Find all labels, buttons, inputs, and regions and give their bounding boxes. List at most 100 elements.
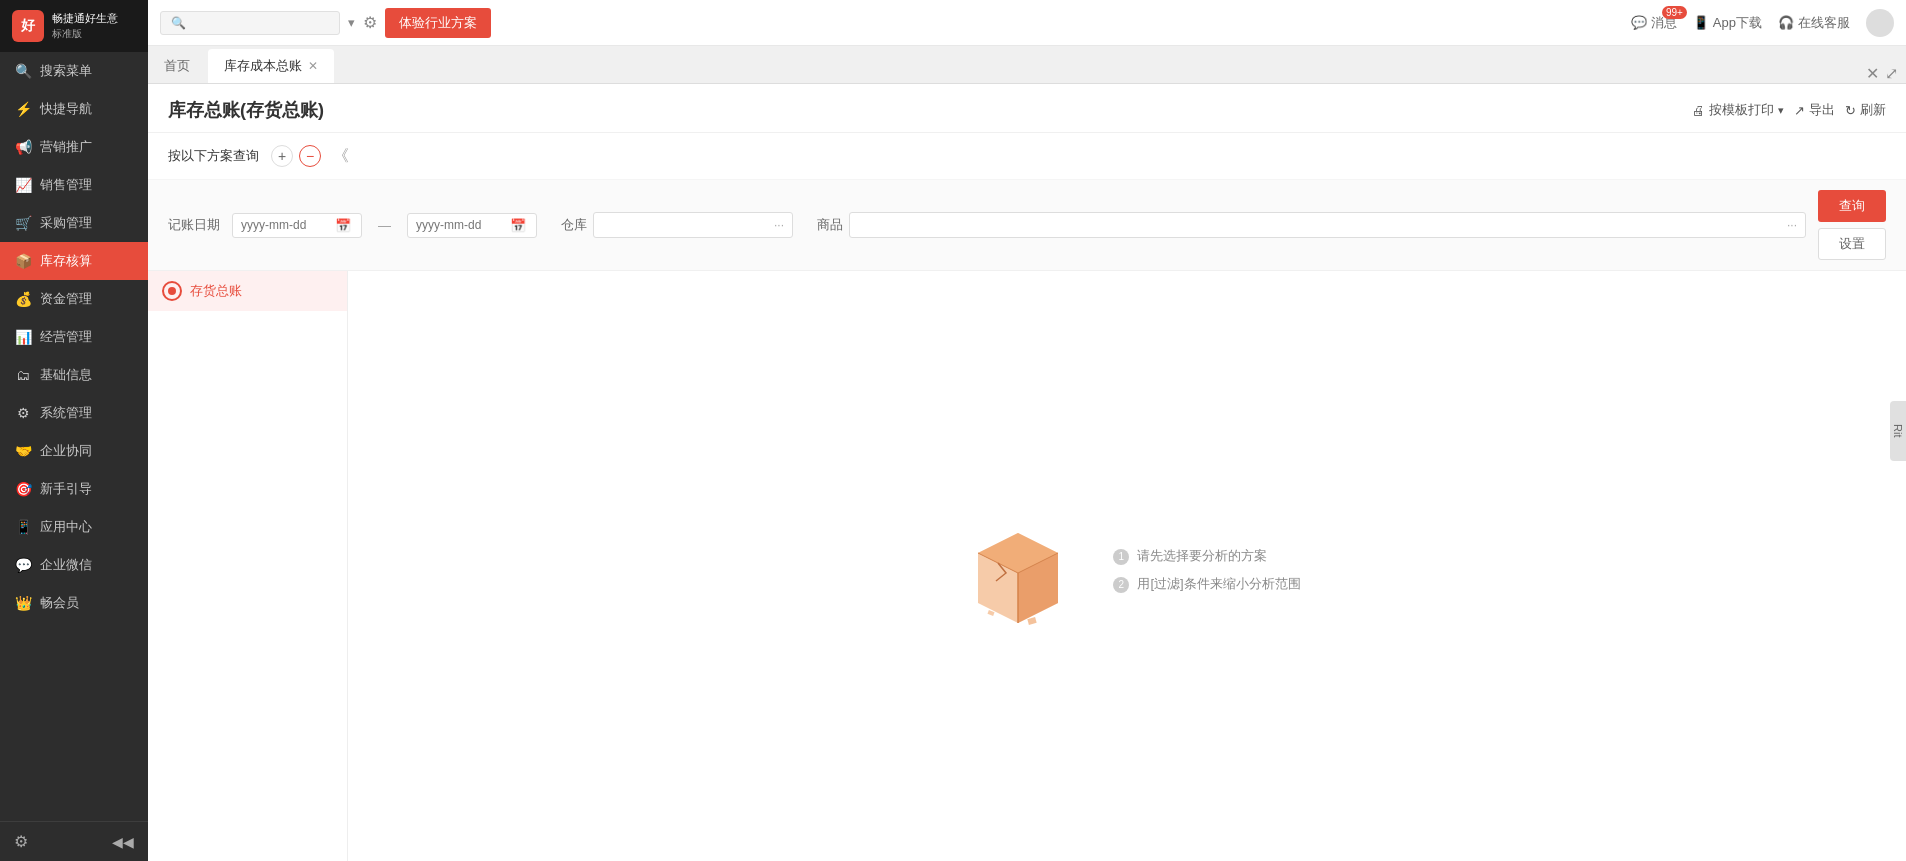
calendar-start-icon[interactable]: 📅 bbox=[335, 218, 351, 233]
query-button[interactable]: 查询 bbox=[1818, 190, 1886, 222]
sidebar-settings-icon[interactable]: ⚙ bbox=[14, 832, 28, 851]
export-btn[interactable]: ↗ 导出 bbox=[1794, 101, 1835, 119]
sidebar-label-purchase: 采购管理 bbox=[40, 214, 92, 232]
main-content: 🔍 ▾ ⚙ 体验行业方案 💬 消息 99+ 📱 App下载 🎧 在线客服 bbox=[148, 0, 1906, 861]
svg-rect-7 bbox=[1028, 617, 1037, 625]
warehouse-more-icon[interactable]: ··· bbox=[774, 218, 784, 232]
page-header: 库存总账(存货总账) 🖨 按模板打印 ▾ ↗ 导出 ↻ 刷新 bbox=[148, 84, 1906, 133]
sidebar-item-purchase[interactable]: 🛒 采购管理 bbox=[0, 204, 148, 242]
sidebar-label-system: 系统管理 bbox=[40, 404, 92, 422]
service-icon: 🎧 bbox=[1778, 15, 1794, 30]
scheme-item-label: 存货总账 bbox=[190, 282, 242, 300]
sidebar-item-basic[interactable]: 🗂 基础信息 bbox=[0, 356, 148, 394]
app-download-btn[interactable]: 📱 App下载 bbox=[1693, 14, 1762, 32]
system-icon: ⚙ bbox=[14, 404, 32, 422]
calendar-end-icon[interactable]: 📅 bbox=[510, 218, 526, 233]
tip-1: 1 请先选择要分析的方案 bbox=[1113, 547, 1300, 565]
refresh-label: 刷新 bbox=[1860, 101, 1886, 119]
sidebar-label-apps: 应用中心 bbox=[40, 518, 92, 536]
tab-close-icon[interactable]: ✕ bbox=[308, 60, 318, 72]
sidebar-item-sales[interactable]: 📈 销售管理 bbox=[0, 166, 148, 204]
page-title: 库存总账(存货总账) bbox=[168, 98, 324, 122]
product-input[interactable]: ··· bbox=[849, 212, 1806, 238]
sidebar-item-guide[interactable]: 🎯 新手引导 bbox=[0, 470, 148, 508]
industry-solution-button[interactable]: 体验行业方案 bbox=[385, 8, 491, 38]
page-content-area: 库存总账(存货总账) 🖨 按模板打印 ▾ ↗ 导出 ↻ 刷新 按以下方案查询 bbox=[148, 84, 1906, 861]
sidebar-item-search[interactable]: 🔍 搜索菜单 bbox=[0, 52, 148, 90]
filter-area: 按以下方案查询 + − 《 bbox=[148, 133, 1906, 180]
svg-rect-8 bbox=[988, 610, 995, 616]
export-icon: ↗ bbox=[1794, 103, 1805, 118]
search-icon: 🔍 bbox=[14, 62, 32, 80]
user-avatar[interactable] bbox=[1866, 9, 1894, 37]
date-end-field[interactable] bbox=[416, 218, 506, 232]
sidebar-collapse-btn[interactable]: ◀◀ bbox=[112, 834, 134, 850]
refresh-icon: ↻ bbox=[1845, 103, 1856, 118]
sidebar-item-finance[interactable]: 💰 资金管理 bbox=[0, 280, 148, 318]
sidebar-item-wechat[interactable]: 💬 企业微信 bbox=[0, 546, 148, 584]
sidebar-label-finance: 资金管理 bbox=[40, 290, 92, 308]
online-service-btn[interactable]: 🎧 在线客服 bbox=[1778, 14, 1850, 32]
basic-icon: 🗂 bbox=[14, 366, 32, 384]
sidebar-label-member: 畅会员 bbox=[40, 594, 79, 612]
product-more-icon[interactable]: ··· bbox=[1787, 218, 1797, 232]
topbar-dropdown-icon[interactable]: ▾ bbox=[348, 15, 355, 30]
phone-icon: 📱 bbox=[1693, 15, 1709, 30]
tip-2: 2 用[过滤]条件来缩小分析范围 bbox=[1113, 575, 1300, 593]
print-icon: 🖨 bbox=[1692, 103, 1705, 118]
topbar-search-icon: 🔍 bbox=[171, 16, 186, 30]
page-actions: 🖨 按模板打印 ▾ ↗ 导出 ↻ 刷新 bbox=[1692, 101, 1886, 119]
print-template-btn[interactable]: 🖨 按模板打印 ▾ bbox=[1692, 101, 1784, 119]
topbar-settings-btn[interactable]: ⚙ bbox=[363, 13, 377, 32]
filter-del-button[interactable]: − bbox=[299, 145, 321, 167]
sidebar-label-basic: 基础信息 bbox=[40, 366, 92, 384]
empty-tips: 1 请先选择要分析的方案 2 用[过滤]条件来缩小分析范围 bbox=[1113, 547, 1300, 593]
sidebar-item-system[interactable]: ⚙ 系统管理 bbox=[0, 394, 148, 432]
settings-button[interactable]: 设置 bbox=[1818, 228, 1886, 260]
topbar-search-box[interactable]: 🔍 bbox=[160, 11, 340, 35]
date-start-field[interactable] bbox=[241, 218, 331, 232]
sidebar-item-inventory[interactable]: 📦 库存核算 bbox=[0, 242, 148, 280]
scheme-item-inventory[interactable]: 存货总账 bbox=[148, 271, 347, 311]
empty-state-area: 1 请先选择要分析的方案 2 用[过滤]条件来缩小分析范围 bbox=[348, 271, 1906, 861]
sidebar-label-search: 搜索菜单 bbox=[40, 62, 92, 80]
print-label: 按模板打印 bbox=[1709, 101, 1774, 119]
marketing-icon: 📢 bbox=[14, 138, 32, 156]
print-dropdown-icon[interactable]: ▾ bbox=[1778, 104, 1784, 117]
message-icon: 💬 bbox=[1631, 15, 1647, 30]
message-badge: 99+ bbox=[1662, 6, 1687, 19]
right-slide-panel[interactable]: Rit bbox=[1890, 401, 1906, 461]
sidebar-item-member[interactable]: 👑 畅会员 bbox=[0, 584, 148, 622]
sidebar-item-cooperation[interactable]: 🤝 企业协同 bbox=[0, 432, 148, 470]
purchase-icon: 🛒 bbox=[14, 214, 32, 232]
page-expand-icon[interactable]: ⤢ bbox=[1885, 64, 1898, 83]
sidebar-label-wechat: 企业微信 bbox=[40, 556, 92, 574]
wechat-icon: 💬 bbox=[14, 556, 32, 574]
tab-home-label: 首页 bbox=[164, 57, 190, 75]
date-start-input[interactable]: 📅 bbox=[232, 213, 362, 238]
sidebar-item-marketing[interactable]: 📢 营销推广 bbox=[0, 128, 148, 166]
message-btn[interactable]: 💬 消息 99+ bbox=[1631, 14, 1677, 32]
app-download-label: App下载 bbox=[1713, 14, 1762, 32]
tab-inventory-ledger[interactable]: 库存成本总账 ✕ bbox=[208, 49, 334, 83]
scheme-icon bbox=[162, 281, 182, 301]
filter-collapse-btn[interactable]: 《 bbox=[333, 146, 349, 167]
tip-2-num: 2 bbox=[1113, 577, 1129, 593]
logo-icon: 好 bbox=[12, 10, 44, 42]
empty-illustration bbox=[953, 503, 1083, 636]
content-body: 存货总账 bbox=[148, 271, 1906, 861]
page-close-icon[interactable]: ✕ bbox=[1866, 64, 1879, 83]
sidebar-label-sales: 销售管理 bbox=[40, 176, 92, 194]
warehouse-input[interactable]: ··· bbox=[593, 212, 793, 238]
operations-icon: 📊 bbox=[14, 328, 32, 346]
date-end-input[interactable]: 📅 bbox=[407, 213, 537, 238]
refresh-btn[interactable]: ↻ 刷新 bbox=[1845, 101, 1886, 119]
tip-2-text: 用[过滤]条件来缩小分析范围 bbox=[1137, 575, 1300, 593]
sidebar-item-apps[interactable]: 📱 应用中心 bbox=[0, 508, 148, 546]
topbar-right: 💬 消息 99+ 📱 App下载 🎧 在线客服 bbox=[1631, 9, 1894, 37]
tab-home[interactable]: 首页 bbox=[148, 49, 206, 83]
tip-1-num: 1 bbox=[1113, 549, 1129, 565]
sidebar-item-operations[interactable]: 📊 经营管理 bbox=[0, 318, 148, 356]
filter-add-button[interactable]: + bbox=[271, 145, 293, 167]
sidebar-item-quick-nav[interactable]: ⚡ 快捷导航 bbox=[0, 90, 148, 128]
